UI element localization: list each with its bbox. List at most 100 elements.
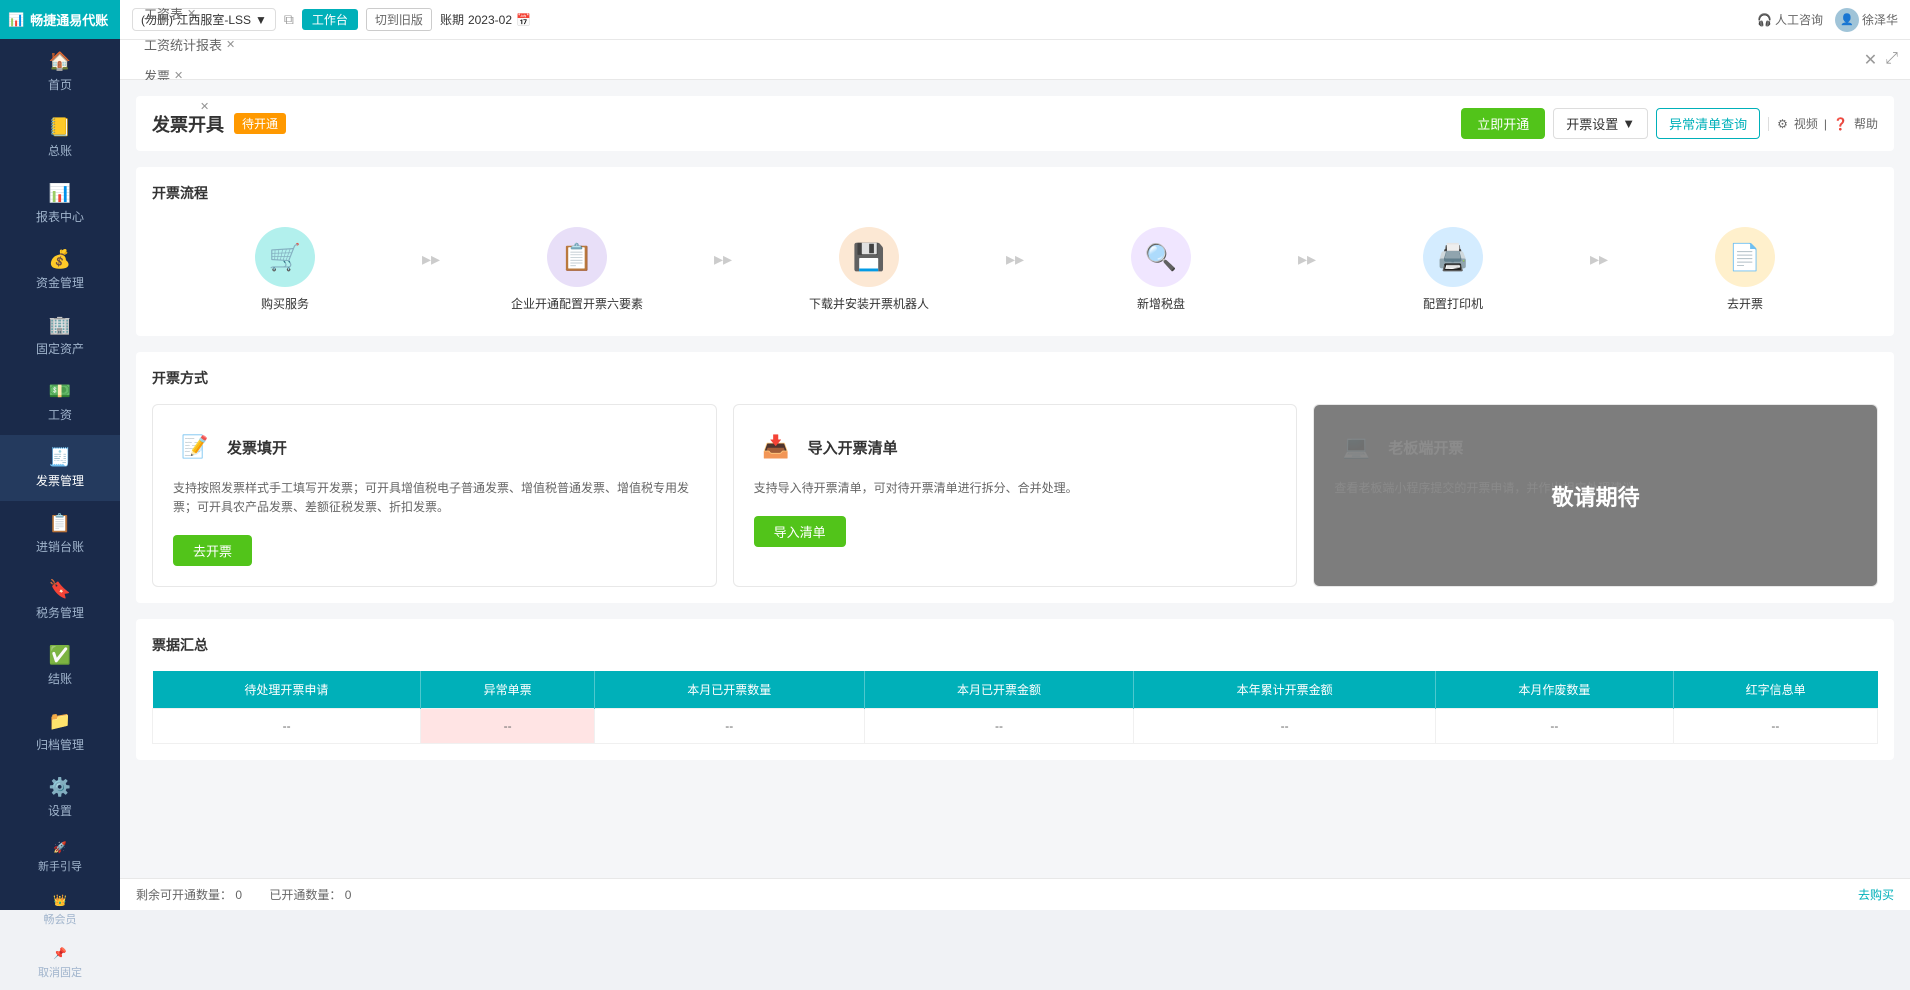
sidebar-item-设置[interactable]: ⚙️设置 [0, 765, 120, 831]
methods-title: 开票方式 [152, 368, 1878, 388]
buy-link[interactable]: 去购买 [1858, 888, 1894, 902]
period-label: 账期 [440, 11, 464, 28]
tab-close-icon[interactable]: ✕ [187, 7, 196, 20]
logo-icon: 📊 [8, 12, 24, 28]
sidebar-icon: 🏠 [49, 51, 71, 72]
summary-col-header: 异常单票 [421, 671, 595, 709]
support-btn[interactable]: 🎧 人工咨询 [1757, 11, 1823, 28]
bottom-label: 畅会员 [44, 911, 77, 927]
page-actions: 立即开通 开票设置 ▼ 异常清单查询 ⚙ 视频 | ❓ 帮助 [1461, 108, 1878, 139]
summary-col-header: 待处理开票申请 [153, 671, 421, 709]
sidebar-item-进销台账[interactable]: 📋 进销台账 [0, 501, 120, 567]
page-content: 发票开具 待开通 立即开通 开票设置 ▼ 异常清单查询 ⚙ 视频 | ❓ 帮助 [120, 80, 1910, 878]
bottom-label: 新手引导 [38, 858, 82, 874]
topbar: (勿删) 江西服室-LSS ▼ ⧉ 工作台 切到旧版 账期 2023-02 📅 … [120, 0, 1910, 40]
sidebar-pin[interactable]: 📌 取消固定 [0, 937, 120, 990]
sidebar-label: 总账 [48, 142, 72, 159]
tab-label: 工资统计报表 [144, 35, 222, 54]
sidebar-icon: 📁 [49, 711, 71, 732]
sidebar-label: 工资 [48, 406, 72, 423]
method-icon-1: 📥 [754, 425, 798, 469]
sidebar-icon: 💰 [49, 249, 71, 270]
view-label: 视频 [1794, 115, 1818, 132]
sidebar-bottom: 🚀 新手引导 👑畅会员 📌 取消固定 [0, 831, 120, 990]
topbar-right: 🎧 人工咨询 👤 徐泽华 [1757, 8, 1898, 32]
sidebar-label: 税务管理 [36, 604, 84, 621]
period-value: 2023-02 [468, 13, 512, 27]
sidebar-item-固定资产[interactable]: 🏢 固定资产 [0, 303, 120, 369]
pin-label: 取消固定 [38, 964, 82, 980]
settings-btn[interactable]: 开票设置 ▼ [1553, 108, 1648, 139]
settings-label: 开票设置 [1566, 114, 1618, 133]
step-arrow-1: ▸▸ [714, 249, 732, 290]
sidebar-icon: 📊 [49, 183, 71, 204]
tab-close-icon[interactable]: ✕ [200, 131, 209, 144]
step-label-4: 配置打印机 [1423, 295, 1483, 312]
tab-label: 工资表 [144, 4, 183, 23]
sidebar-item-资金管理[interactable]: 💰 资金管理 [0, 237, 120, 303]
immediate-open-btn[interactable]: 立即开通 [1461, 108, 1545, 139]
bottom-icon: 🚀 [53, 841, 67, 854]
copy-icon[interactable]: ⧉ [284, 11, 294, 28]
page-header: 发票开具 待开通 立即开通 开票设置 ▼ 异常清单查询 ⚙ 视频 | ❓ 帮助 [136, 96, 1894, 151]
tab-工资统计报表[interactable]: 工资统计报表 ✕ [132, 29, 247, 60]
method-btn-1[interactable]: 导入清单 [754, 516, 846, 547]
summary-cell-2: -- [594, 709, 864, 744]
tab-close-icon[interactable]: ✕ [174, 69, 183, 82]
method-title-1: 导入开票清单 [808, 437, 898, 458]
calendar-icon[interactable]: 📅 [516, 13, 531, 27]
sidebar: 📊 畅捷通易代账 🏠首页 📒 总账 📊 报表中心 💰 资金管理 🏢 固定资产 💵 工资 🧾发票管理 📋 进… [0, 0, 120, 910]
sidebar-label: 报表中心 [36, 208, 84, 225]
sidebar-icon: 💵 [49, 381, 71, 402]
restore-icon[interactable]: ⤢ [1885, 50, 1898, 70]
tab-工资表[interactable]: 工资表 ✕ [132, 0, 247, 29]
sidebar-bottom-nav: 🚀 新手引导 👑畅会员 [0, 831, 120, 937]
sidebar-item-发票管理[interactable]: 🧾发票管理 [0, 435, 120, 501]
help-area: ⚙ 视频 | ❓ 帮助 [1777, 115, 1878, 132]
process-title: 开票流程 [152, 183, 1878, 203]
step-arrow-4: ▸▸ [1590, 249, 1608, 290]
separator: | [1824, 117, 1827, 131]
sidebar-label: 固定资产 [36, 340, 84, 357]
summary-table: 待处理开票申请异常单票本月已开票数量本月已开票金额本年累计开票金额本月作废数量红… [152, 671, 1878, 744]
summary-cell-1: -- [421, 709, 595, 744]
method-btn-0[interactable]: 去开票 [173, 535, 252, 566]
summary-cell-6: -- [1673, 709, 1877, 744]
summary-col-header: 本月已开票金额 [864, 671, 1134, 709]
sidebar-label: 资金管理 [36, 274, 84, 291]
sidebar-bottom-item-畅会员[interactable]: 👑畅会员 [0, 884, 120, 937]
method-desc-1: 支持导入待开票清单，可对待开票清单进行拆分、合并处理。 [754, 479, 1277, 498]
remaining-label: 剩余可开通数量： [136, 888, 232, 902]
sidebar-item-税务管理[interactable]: 🔖税务管理 [0, 567, 120, 633]
sidebar-icon: 🏢 [49, 315, 71, 336]
sidebar-bottom-item-新手引导[interactable]: 🚀 新手引导 [0, 831, 120, 884]
tab-close-icon[interactable]: ✕ [200, 100, 209, 113]
summary-col-header: 本月已开票数量 [594, 671, 864, 709]
sidebar-label: 发票管理 [36, 472, 84, 489]
sidebar-icon: 📒 [49, 117, 71, 138]
workstation-btn[interactable]: 工作台 [302, 9, 358, 30]
process-step-4: 🖨️ 配置打印机 [1320, 227, 1586, 312]
sidebar-label: 结账 [48, 670, 72, 687]
coming-soon-overlay-2: 敬请期待 [1314, 405, 1877, 586]
sidebar-item-工资[interactable]: 💵 工资 [0, 369, 120, 435]
step-label-1: 企业开通配置开票六要素 [511, 295, 643, 312]
sidebar-item-首页[interactable]: 🏠首页 [0, 39, 120, 105]
sidebar-item-总账[interactable]: 📒 总账 [0, 105, 120, 171]
back-btn[interactable]: 切到旧版 [366, 8, 432, 31]
sidebar-item-归档管理[interactable]: 📁归档管理 [0, 699, 120, 765]
tab-close-icon[interactable]: ✕ [226, 38, 235, 51]
sidebar-label: 进销台账 [36, 538, 84, 555]
bottom-bar: 剩余可开通数量： 0 已开通数量： 0 去购买 [120, 878, 1910, 910]
step-icon-1: 📋 [547, 227, 607, 287]
abnormal-query-btn[interactable]: 异常清单查询 [1656, 108, 1760, 139]
user-profile[interactable]: 👤 徐泽华 [1835, 8, 1898, 32]
sidebar-item-报表中心[interactable]: 📊 报表中心 [0, 171, 120, 237]
step-label-0: 购买服务 [261, 295, 309, 312]
sidebar-logo: 📊 畅捷通易代账 [0, 0, 120, 39]
sidebar-item-结账[interactable]: ✅结账 [0, 633, 120, 699]
minimize-icon[interactable]: ✕ [1864, 50, 1877, 70]
step-icon-5: 📄 [1715, 227, 1775, 287]
sidebar-icon: 📋 [49, 513, 71, 534]
view-icon: ⚙ [1777, 117, 1788, 131]
